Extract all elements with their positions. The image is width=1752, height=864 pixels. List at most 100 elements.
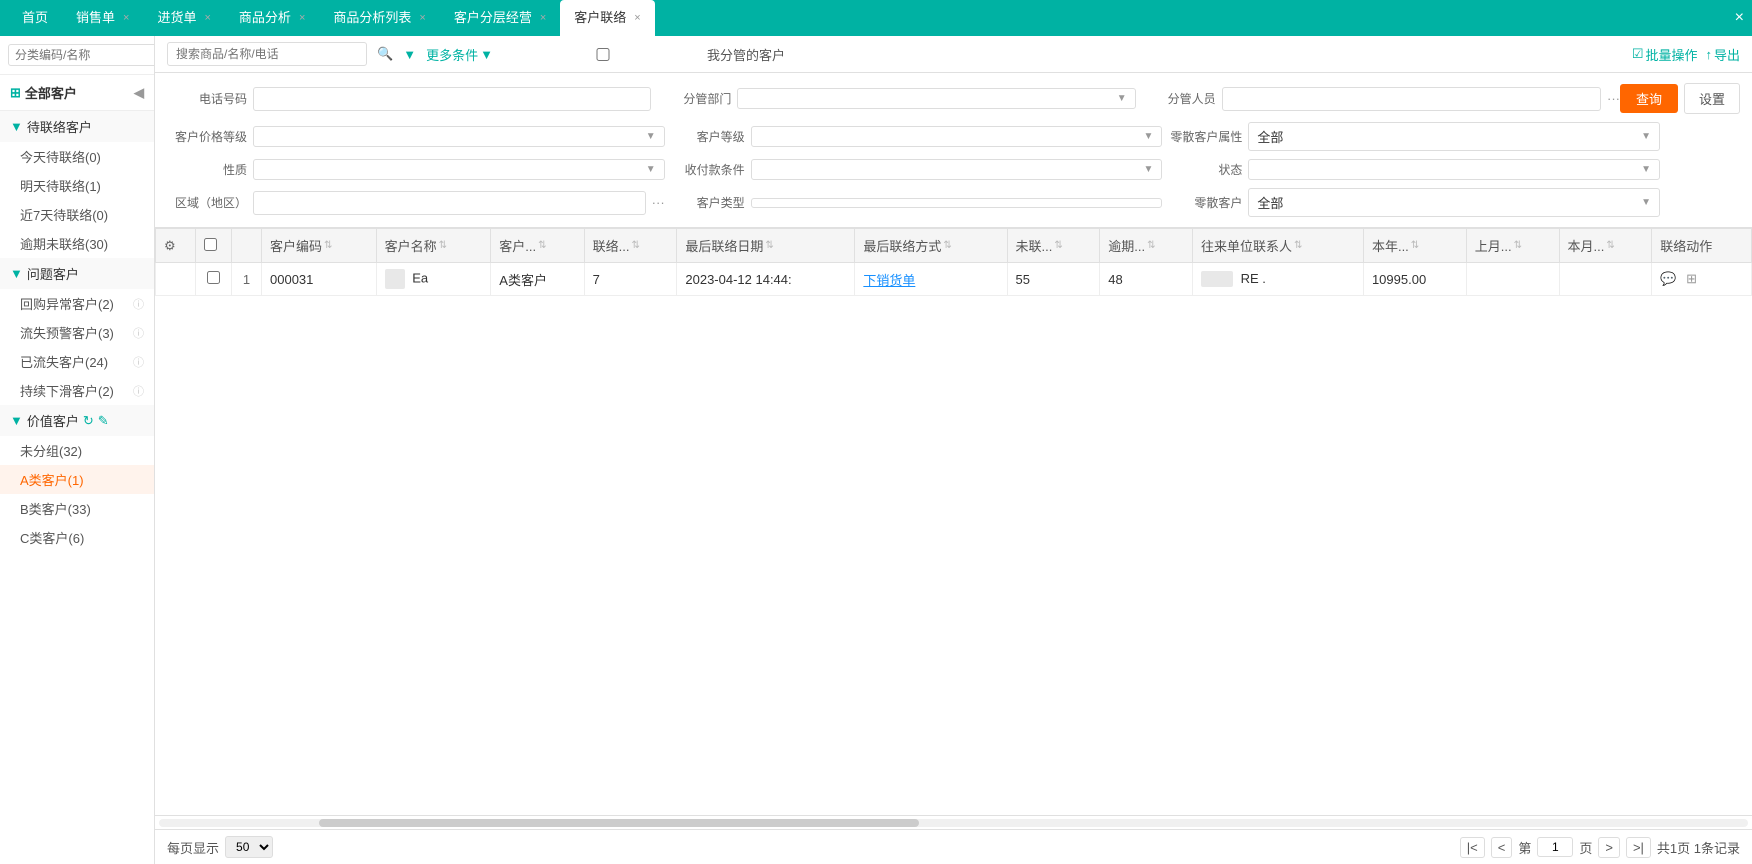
batch-op-button[interactable]: ☑ 批量操作 (1632, 45, 1698, 64)
sidebar-item-class-a[interactable]: A类客户(1) (0, 465, 154, 494)
sidebar-item-today[interactable]: 今天待联络(0) (0, 142, 154, 171)
th-no-contact[interactable]: 未联...⇅ (1007, 229, 1100, 263)
settings-icon[interactable]: ⚙ (164, 238, 176, 253)
setting-button[interactable]: 设置 (1684, 83, 1740, 114)
sidebar-item-tomorrow[interactable]: 明天待联络(1) (0, 171, 154, 200)
export-button[interactable]: ↑ 导出 (1705, 45, 1740, 64)
advanced-filters: 电话号码 分管部门 ▼ 分管人员 ··· 查询 设置 (155, 73, 1752, 228)
query-button[interactable]: 查询 (1620, 84, 1678, 113)
my-customers-checkbox-label[interactable]: 我分管的客户 (503, 45, 785, 64)
th-contact-person[interactable]: 往来单位联系人⇅ (1193, 229, 1364, 263)
window-close-icon[interactable]: × (1735, 9, 1744, 27)
sidebar-pending-group[interactable]: ▼ 待联络客户 (0, 111, 154, 142)
sidebar-item-7days[interactable]: 近7天待联络(0) (0, 200, 154, 229)
th-this-year-label: 本年... (1372, 236, 1409, 255)
my-customers-checkbox[interactable] (503, 48, 703, 61)
first-page-button[interactable]: |< (1460, 837, 1485, 858)
th-this-month[interactable]: 本月...⇅ (1559, 229, 1652, 263)
nav-tab-customer-tier[interactable]: 客户分层经营 × (440, 0, 560, 36)
nav-tab-purchase[interactable]: 进货单 × (143, 0, 224, 36)
th-type[interactable]: 客户...⇅ (491, 229, 584, 263)
area-input[interactable] (253, 191, 646, 215)
th-last-contact-method[interactable]: 最后联络方式⇅ (855, 229, 1007, 263)
sidebar-item-churn-warning[interactable]: 流失预警客户(3) ⓘ (0, 318, 154, 347)
close-icon[interactable]: × (419, 0, 425, 36)
contact-method-link[interactable]: 下销货单 (863, 273, 915, 288)
row-code: 000031 (262, 263, 377, 296)
retail-customer-dropdown[interactable]: 全部 ▼ (1248, 188, 1660, 217)
prev-page-button[interactable]: < (1491, 837, 1513, 858)
horizontal-scrollbar[interactable] (155, 815, 1752, 829)
phone-input[interactable] (253, 87, 651, 111)
info-icon: ⓘ (133, 383, 144, 399)
close-icon[interactable]: × (299, 0, 305, 36)
refresh-icon[interactable]: ↻ (83, 413, 94, 429)
scrollbar-track[interactable] (159, 819, 1748, 827)
data-table-area: ⚙ 客户编码⇅ 客户名称⇅ 客户...⇅ (155, 228, 1752, 815)
payment-dropdown[interactable]: ▼ (751, 159, 1163, 180)
status-dropdown[interactable]: ▼ (1248, 159, 1660, 180)
th-name[interactable]: 客户名称⇅ (376, 229, 491, 263)
tab-label-customer-tier: 客户分层经营 (454, 0, 532, 36)
search-input[interactable] (167, 42, 367, 66)
price-level-dropdown[interactable]: ▼ (253, 126, 665, 147)
nav-tab-customer-contact[interactable]: 客户联络 × (560, 0, 654, 36)
sidebar-all-customers[interactable]: ⊞ 全部客户 ◀ (0, 75, 154, 111)
page-size-select[interactable]: 50 (225, 836, 273, 858)
filter-payment: 收付款条件 ▼ (665, 159, 1163, 180)
ellipsis-icon[interactable]: ··· (1607, 91, 1620, 106)
th-code[interactable]: 客户编码⇅ (262, 229, 377, 263)
edit-icon[interactable]: ✎ (98, 413, 109, 429)
filter-retail-attr: 零散客户属性 全部 ▼ (1162, 122, 1660, 151)
sidebar-item-overdue[interactable]: 逾期未联络(30) (0, 229, 154, 258)
sidebar-item-ungrouped[interactable]: 未分组(32) (0, 436, 154, 465)
nature-dropdown[interactable]: ▼ (253, 159, 665, 180)
collapse-icon[interactable]: ◀ (134, 85, 144, 101)
sidebar-search-input[interactable] (8, 44, 155, 66)
th-last-contact-date[interactable]: 最后联络日期⇅ (677, 229, 855, 263)
th-contacts[interactable]: 联络...⇅ (584, 229, 677, 263)
sidebar-item-declining[interactable]: 持续下滑客户(2) ⓘ (0, 376, 154, 405)
nav-tab-analysis[interactable]: 商品分析 × (225, 0, 319, 36)
retail-attr-dropdown[interactable]: 全部 ▼ (1248, 122, 1660, 151)
dept-dropdown[interactable]: ▼ (737, 88, 1135, 109)
retail-customer-value: 全部 (1257, 193, 1283, 212)
search-button-icon[interactable]: 🔍 (377, 46, 393, 62)
manager-input[interactable] (1222, 87, 1601, 111)
th-this-year[interactable]: 本年...⇅ (1363, 229, 1466, 263)
th-gear[interactable]: ⚙ (156, 229, 196, 263)
close-icon[interactable]: × (204, 0, 210, 36)
ellipsis-icon[interactable]: ··· (652, 195, 665, 210)
customer-level-dropdown[interactable]: ▼ (751, 126, 1163, 147)
row-last-contact-method[interactable]: 下销货单 (855, 263, 1007, 296)
sidebar-item-repurchase-anomaly[interactable]: 回购异常客户(2) ⓘ (0, 289, 154, 318)
nav-tab-sales[interactable]: 销售单 × (62, 0, 143, 36)
scrollbar-thumb[interactable] (319, 819, 919, 827)
row-checkbox[interactable] (207, 271, 220, 284)
close-icon[interactable]: × (123, 0, 129, 36)
last-page-button[interactable]: >| (1626, 837, 1651, 858)
page-input[interactable] (1537, 837, 1573, 857)
next-page-button[interactable]: > (1598, 837, 1620, 858)
row-index: 1 (232, 263, 262, 296)
th-last-month[interactable]: 上月...⇅ (1466, 229, 1559, 263)
sidebar-item-class-c[interactable]: C类客户(6) (0, 523, 154, 552)
th-overdue[interactable]: 逾期...⇅ (1100, 229, 1193, 263)
sidebar-item-churned[interactable]: 已流失客户(24) ⓘ (0, 347, 154, 376)
customer-type-dropdown[interactable] (751, 198, 1163, 208)
content-area: 🔍 ▼ 更多条件 ▼ 我分管的客户 ☑ 批量操作 ↑ 导出 (155, 36, 1752, 864)
select-all-checkbox[interactable] (204, 238, 217, 251)
more-filter-button[interactable]: 更多条件 ▼ (426, 45, 493, 64)
grid-action-icon[interactable]: ⊞ (1686, 271, 1697, 286)
nav-tab-analysis-list[interactable]: 商品分析列表 × (319, 0, 439, 36)
sidebar-item-class-b[interactable]: B类客户(33) (0, 494, 154, 523)
nav-home[interactable]: 首页 (8, 0, 62, 36)
sidebar-value-group[interactable]: ▼ 价值客户 ↻ ✎ (0, 405, 154, 436)
th-name-label: 客户名称 (385, 236, 437, 255)
comment-icon[interactable]: 💬 (1660, 271, 1676, 286)
contact-person-avatar (1201, 271, 1233, 287)
filter-manager: 分管人员 ··· (1136, 87, 1620, 111)
close-icon[interactable]: × (634, 0, 640, 36)
sidebar-problem-group[interactable]: ▼ 问题客户 (0, 258, 154, 289)
close-icon[interactable]: × (540, 0, 546, 36)
